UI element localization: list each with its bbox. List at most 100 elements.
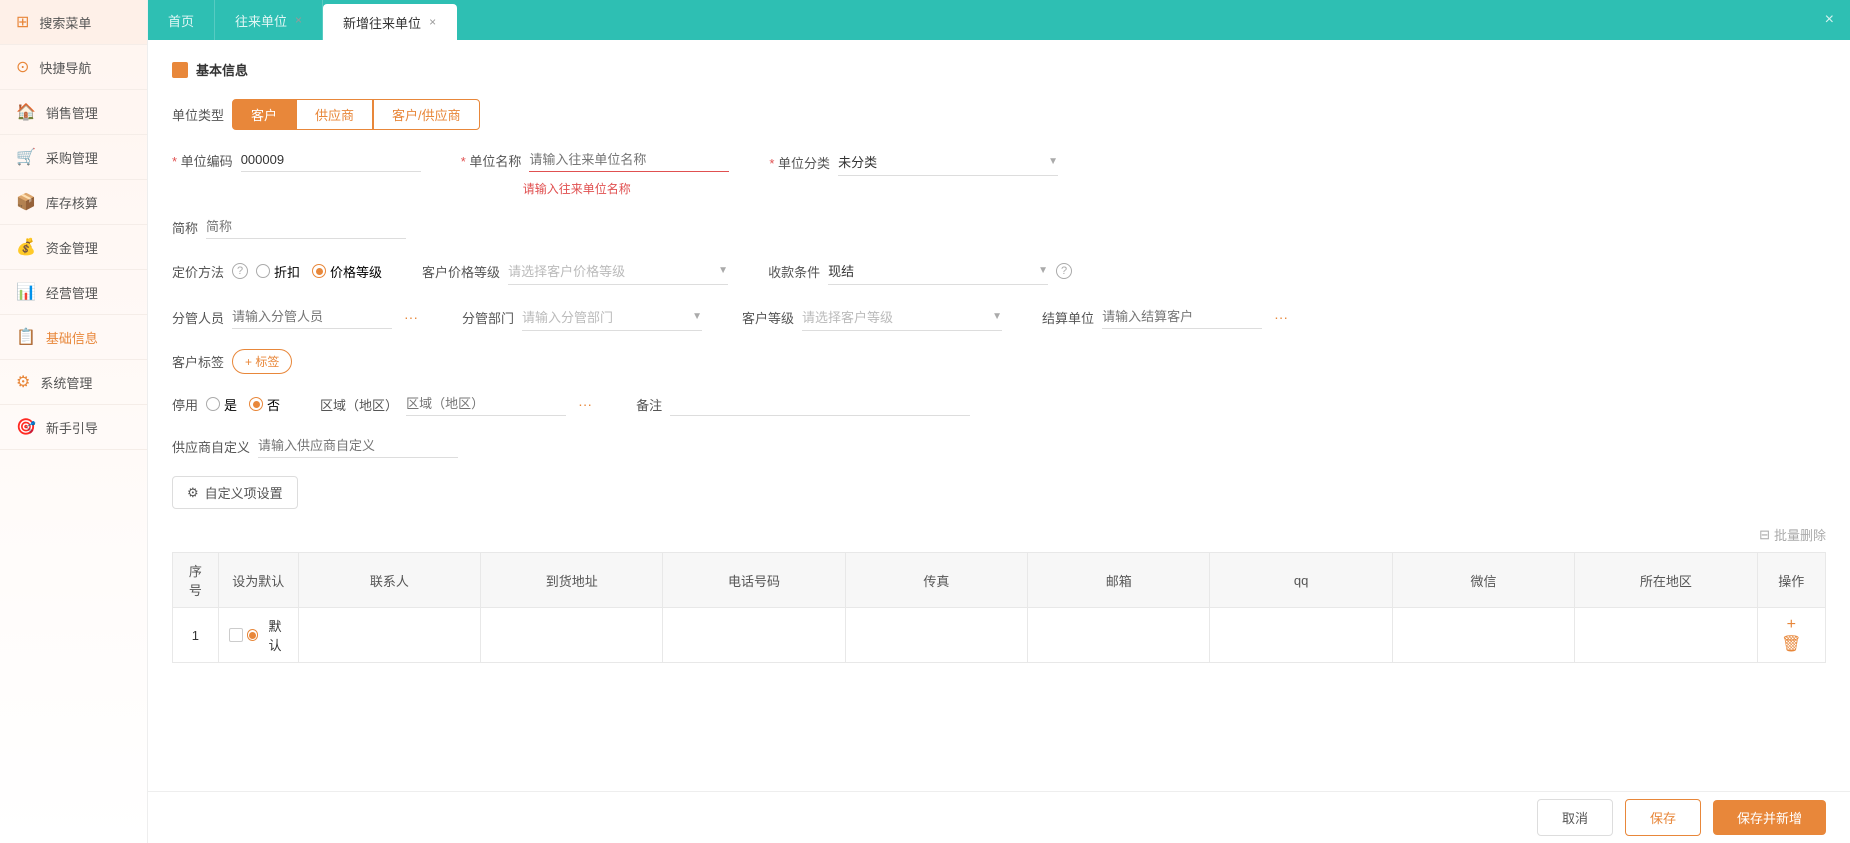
sidebar-item-search[interactable]: ⊞ 搜索菜单 [0, 0, 147, 45]
unit-category-group: 单位分类 未分类 ▼ [769, 148, 1058, 176]
btn-customer[interactable]: 客户 [232, 99, 296, 130]
radio-disable-yes[interactable]: 是 [206, 395, 237, 414]
row-qq[interactable] [1210, 608, 1392, 663]
table-body: 1 默认 [173, 608, 1826, 663]
sidebar-item-finance[interactable]: 💰 资金管理 [0, 225, 147, 270]
tab-home[interactable]: 首页 [148, 0, 215, 40]
row-fax[interactable] [845, 608, 1027, 663]
unit-name-error: 请输入往来单位名称 [523, 182, 631, 196]
custom-settings-button[interactable]: ⚙ 自定义项设置 [172, 476, 298, 509]
radio-discount[interactable]: 折扣 [256, 262, 300, 281]
short-name-input[interactable] [206, 215, 406, 239]
tab-transaction[interactable]: 往来单位 × [215, 0, 323, 40]
btn-customer-supplier[interactable]: 客户/供应商 [373, 99, 480, 130]
supplier-custom-group: 供应商自定义 [172, 434, 458, 458]
tab-bar: 首页 往来单位 × 新增往来单位 × × [148, 0, 1850, 40]
col-address: 到货地址 [481, 553, 663, 608]
payment-terms-help[interactable]: ? [1056, 263, 1072, 279]
unit-category-select[interactable]: 未分类 ▼ [838, 148, 1058, 176]
row-wechat[interactable] [1392, 608, 1574, 663]
sidebar-label-system: 系统管理 [40, 373, 92, 392]
section-title: 基本信息 [172, 60, 1826, 79]
pricing-method-help[interactable]: ? [232, 263, 248, 279]
sidebar-label-guide: 新手引导 [46, 418, 98, 437]
settlement-unit-ellipsis[interactable]: ··· [1270, 309, 1292, 325]
sidebar-item-sales[interactable]: 🏠 销售管理 [0, 90, 147, 135]
disable-row: 停用 是 否 区域（地区） ··· 备注 [172, 392, 1826, 416]
customer-price-level-chevron: ▼ [718, 265, 728, 276]
tab-transaction-close[interactable]: × [295, 13, 302, 27]
radio-disable-no-circle [249, 397, 263, 411]
unit-name-input[interactable] [529, 148, 729, 172]
manager-row: 分管人员 ··· 分管部门 请输入分管部门 ▼ 客户等级 请选择客户等级 ▼ 结… [172, 303, 1826, 331]
radio-price-level-label: 价格等级 [330, 262, 382, 281]
customer-price-level-select[interactable]: 请选择客户价格等级 ▼ [508, 257, 728, 285]
table-header: 序号 设为默认 联系人 到货地址 电话号码 传真 邮箱 qq 微信 所在地区 操… [173, 553, 1826, 608]
row-region[interactable] [1575, 608, 1757, 663]
save-button[interactable]: 保存 [1625, 799, 1701, 836]
department-select[interactable]: 请输入分管部门 ▼ [522, 303, 702, 331]
sidebar-label-purchase: 采购管理 [46, 148, 98, 167]
pricing-radio-group: 折扣 价格等级 [256, 262, 382, 281]
row-email-input[interactable] [1038, 628, 1199, 643]
remark-group: 备注 [636, 392, 970, 416]
tab-new-transaction[interactable]: 新增往来单位 × [323, 4, 457, 40]
row-actions: + 🗑 [1757, 608, 1825, 663]
row-email[interactable] [1028, 608, 1210, 663]
row-phone[interactable] [663, 608, 845, 663]
radio-disable-no[interactable]: 否 [249, 395, 280, 414]
sidebar-item-inventory[interactable]: 📦 库存核算 [0, 180, 147, 225]
supplier-custom-input[interactable] [258, 434, 458, 458]
sidebar-item-basic-info[interactable]: 📋 基础信息 [0, 315, 147, 360]
row-address[interactable] [481, 608, 663, 663]
row-qq-input[interactable] [1220, 628, 1381, 643]
operations-icon: 📊 [16, 282, 36, 302]
region-group: 区域（地区） ··· [320, 392, 596, 416]
remark-label: 备注 [636, 395, 662, 414]
row-contact[interactable] [298, 608, 480, 663]
payment-terms-chevron: ▼ [1038, 265, 1048, 276]
customer-level-label: 客户等级 [742, 308, 794, 327]
table-actions: ⊟ 批量删除 [172, 525, 1826, 544]
payment-terms-label: 收款条件 [768, 262, 820, 281]
disable-group: 停用 是 否 [172, 395, 280, 414]
region-ellipsis[interactable]: ··· [574, 396, 596, 412]
row-phone-input[interactable] [673, 628, 834, 643]
sidebar-item-operations[interactable]: 📊 经营管理 [0, 270, 147, 315]
manager-input[interactable] [232, 305, 392, 329]
row-add-btn[interactable]: + [1783, 616, 1800, 633]
row-default-radio[interactable]: 默认 [247, 616, 288, 654]
tab-bar-close-all[interactable]: × [1809, 0, 1850, 40]
unit-code-label: 单位编码 [172, 151, 233, 170]
batch-delete-btn[interactable]: ⊟ 批量删除 [1759, 525, 1826, 544]
customer-level-select[interactable]: 请选择客户等级 ▼ [802, 303, 1002, 331]
region-input[interactable] [406, 392, 566, 416]
cancel-button[interactable]: 取消 [1537, 799, 1613, 836]
row-delete-btn[interactable]: 🗑 [1777, 636, 1805, 653]
row-checkbox[interactable] [229, 628, 243, 642]
btn-supplier[interactable]: 供应商 [296, 99, 373, 130]
tab-new-transaction-close[interactable]: × [429, 15, 436, 29]
sidebar-item-quick-nav[interactable]: ⊙ 快捷导航 [0, 45, 147, 90]
sidebar-label-basic-info: 基础信息 [46, 328, 98, 347]
disable-radio-group: 是 否 [206, 395, 280, 414]
inventory-icon: 📦 [16, 192, 36, 212]
add-tag-button[interactable]: + 标签 [232, 349, 292, 374]
row-address-input[interactable] [491, 628, 652, 643]
row-region-input[interactable] [1585, 628, 1746, 643]
payment-terms-select[interactable]: 现结 ▼ [828, 257, 1048, 285]
sidebar-item-guide[interactable]: 🎯 新手引导 [0, 405, 147, 450]
manager-ellipsis[interactable]: ··· [400, 309, 422, 325]
section-title-icon [172, 62, 188, 78]
sidebar-item-purchase[interactable]: 🛒 采购管理 [0, 135, 147, 180]
row-contact-input[interactable] [309, 628, 470, 643]
row-fax-input[interactable] [856, 628, 1017, 643]
radio-price-level[interactable]: 价格等级 [312, 262, 382, 281]
remark-input[interactable] [670, 392, 970, 416]
sidebar-label-search: 搜索菜单 [39, 13, 91, 32]
save-new-button[interactable]: 保存并新增 [1713, 800, 1826, 835]
settlement-unit-input[interactable] [1102, 305, 1262, 329]
row-wechat-input[interactable] [1403, 628, 1564, 643]
unit-code-input[interactable] [241, 148, 421, 172]
sidebar-item-system[interactable]: ⚙ 系统管理 [0, 360, 147, 405]
